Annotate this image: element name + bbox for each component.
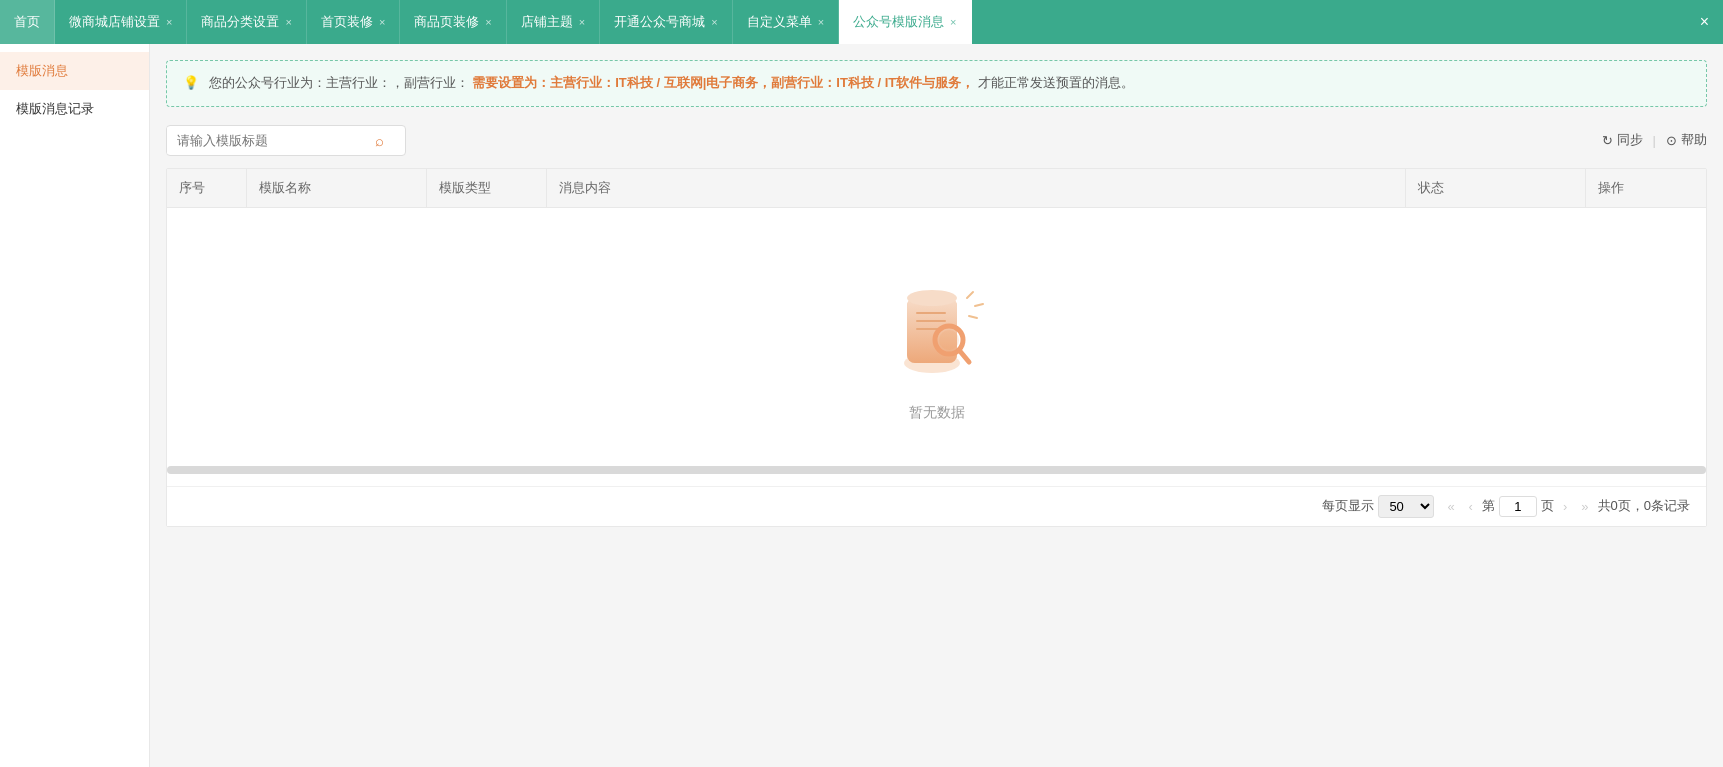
toolbar-right: ↻ 同步 | ⊙ 帮助 [1602, 131, 1707, 149]
nav-tab-home[interactable]: 首页 [0, 0, 55, 44]
nav-tab-home-decor[interactable]: 首页装修 × [307, 0, 400, 44]
sync-icon: ↻ [1602, 133, 1613, 148]
svg-line-11 [975, 304, 983, 306]
sync-label: 同步 [1617, 131, 1643, 149]
nav-tab-open-mall[interactable]: 开通公众号商城 × [600, 0, 732, 44]
close-tab-theme[interactable]: × [579, 16, 585, 28]
nav-tab-custom-menu-label: 自定义菜单 [747, 13, 812, 31]
close-tab-custom-menu[interactable]: × [818, 16, 824, 28]
notice-box: 💡 您的公众号行业为：主营行业：，副营行业： 需要设置为：主营行业：IT科技 /… [166, 60, 1707, 107]
search-bar: ⌕ ↻ 同步 | ⊙ 帮助 [166, 125, 1707, 156]
close-tab-category[interactable]: × [285, 16, 291, 28]
sync-button[interactable]: ↻ 同步 [1602, 131, 1643, 149]
nav-tab-theme[interactable]: 店铺主题 × [507, 0, 600, 44]
svg-line-9 [959, 350, 969, 362]
notice-suffix: 才能正常发送预置的消息。 [978, 75, 1134, 90]
nav-tab-open-mall-label: 开通公众号商城 [614, 13, 705, 31]
svg-point-8 [939, 330, 959, 350]
last-page-icon: » [1581, 499, 1588, 514]
close-tab-product-decor[interactable]: × [485, 16, 491, 28]
close-all-icon: × [1700, 13, 1709, 31]
close-tab-shop-settings[interactable]: × [166, 16, 172, 28]
close-tab-template-msg[interactable]: × [950, 16, 956, 28]
nav-tab-product-decor-label: 商品页装修 [414, 13, 479, 31]
sidebar-item-template-msg[interactable]: 模版消息 [0, 52, 149, 90]
nav-tab-home-label: 首页 [14, 13, 40, 31]
search-button[interactable]: ⌕ [367, 126, 392, 155]
svg-line-10 [967, 292, 973, 298]
per-page-dropdown[interactable]: 10 20 50 100 [1378, 495, 1434, 518]
main-layout: 模版消息 模版消息记录 💡 您的公众号行业为：主营行业：，副营行业： 需要设置为… [0, 44, 1723, 767]
nav-tab-category[interactable]: 商品分类设置 × [187, 0, 306, 44]
scrollbar-track [167, 466, 1706, 474]
next-page-icon: › [1563, 499, 1567, 514]
svg-point-3 [907, 290, 957, 306]
pagination: 每页显示 10 20 50 100 « ‹ 第 [167, 486, 1706, 526]
sidebar-item-template-msg-label: 模版消息 [16, 63, 68, 78]
last-page-button[interactable]: » [1576, 497, 1593, 516]
top-nav: 首页 微商城店铺设置 × 商品分类设置 × 首页装修 × 商品页装修 × 店铺主… [0, 0, 1723, 44]
prev-page-button[interactable]: ‹ [1464, 497, 1478, 516]
search-icon: ⌕ [375, 132, 384, 149]
first-page-icon: « [1447, 499, 1454, 514]
close-tab-open-mall[interactable]: × [711, 16, 717, 28]
nav-tab-custom-menu[interactable]: 自定义菜单 × [733, 0, 839, 44]
page-suffix: 页 [1541, 497, 1554, 515]
svg-line-12 [969, 316, 977, 318]
toolbar-divider: | [1653, 133, 1656, 148]
nav-tab-shop-settings[interactable]: 微商城店铺设置 × [55, 0, 187, 44]
nav-tab-shop-settings-label: 微商城店铺设置 [69, 13, 160, 31]
col-msg-content: 消息内容 [547, 169, 1406, 207]
total-info: 共0页，0条记录 [1598, 497, 1690, 515]
nav-tab-template-msg-label: 公众号模版消息 [853, 13, 944, 31]
data-table: 序号 模版名称 模版类型 消息内容 状态 操作 [166, 168, 1707, 527]
per-page-label: 每页显示 [1322, 497, 1374, 515]
help-label: 帮助 [1681, 131, 1707, 149]
sidebar: 模版消息 模版消息记录 [0, 44, 150, 767]
current-page-input[interactable] [1499, 496, 1537, 517]
nav-tab-template-msg[interactable]: 公众号模版消息 × [839, 0, 971, 44]
sidebar-item-template-msg-record[interactable]: 模版消息记录 [0, 90, 149, 128]
page-nav: « ‹ 第 页 › » 共0页，0条记录 [1442, 496, 1690, 517]
notice-icon: 💡 [183, 75, 199, 90]
nav-tab-home-decor-label: 首页装修 [321, 13, 373, 31]
next-page-button[interactable]: › [1558, 497, 1572, 516]
sidebar-item-template-msg-record-label: 模版消息记录 [16, 101, 94, 116]
search-input-wrap: ⌕ [166, 125, 406, 156]
per-page-select: 每页显示 10 20 50 100 [1322, 495, 1434, 518]
help-button[interactable]: ⊙ 帮助 [1666, 131, 1707, 149]
close-tab-home-decor[interactable]: × [379, 16, 385, 28]
page-prefix: 第 [1482, 497, 1495, 515]
nav-tab-product-decor[interactable]: 商品页装修 × [400, 0, 506, 44]
prev-page-icon: ‹ [1469, 499, 1473, 514]
search-input[interactable] [167, 127, 367, 154]
close-all-button[interactable]: × [1686, 0, 1723, 44]
notice-prefix: 您的公众号行业为：主营行业：，副营行业： [209, 75, 469, 90]
content-area: 💡 您的公众号行业为：主营行业：，副营行业： 需要设置为：主营行业：IT科技 /… [150, 44, 1723, 767]
notice-highlight: 需要设置为：主营行业：IT科技 / 互联网|电子商务，副营行业：IT科技 / I… [472, 75, 974, 90]
col-template-name: 模版名称 [247, 169, 427, 207]
empty-text: 暂无数据 [909, 404, 965, 422]
help-icon: ⊙ [1666, 133, 1677, 148]
empty-illustration [877, 268, 997, 388]
nav-tab-category-label: 商品分类设置 [201, 13, 279, 31]
col-template-type: 模版类型 [427, 169, 547, 207]
col-status: 状态 [1406, 169, 1586, 207]
nav-tab-theme-label: 店铺主题 [521, 13, 573, 31]
col-action: 操作 [1586, 169, 1706, 207]
empty-state: 暂无数据 [167, 208, 1706, 462]
col-index: 序号 [167, 169, 247, 207]
first-page-button[interactable]: « [1442, 497, 1459, 516]
table-header: 序号 模版名称 模版类型 消息内容 状态 操作 [167, 169, 1706, 208]
horizontal-scrollbar[interactable] [167, 462, 1706, 478]
